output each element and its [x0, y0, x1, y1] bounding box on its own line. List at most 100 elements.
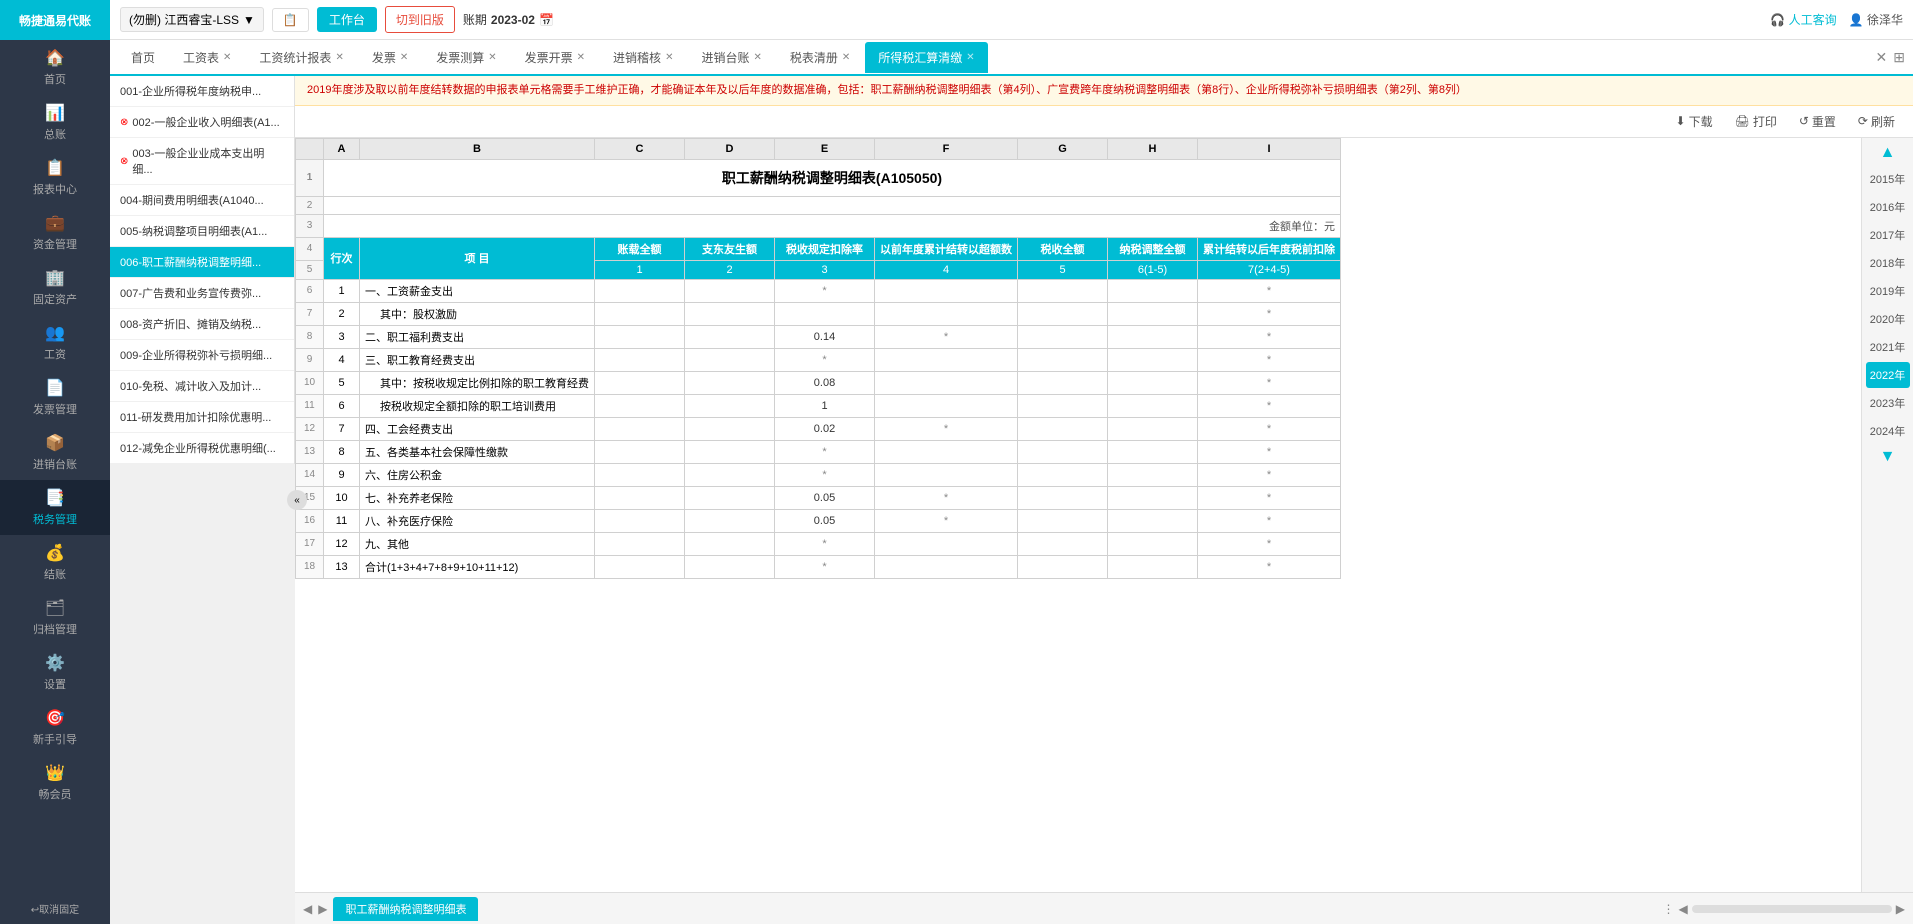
tab-close-check[interactable]: ✕: [665, 52, 673, 63]
year-2021[interactable]: 2021年: [1866, 334, 1910, 360]
bottom-bar: ◀ ▶ 职工薪酬纳税调整明细表 ⋮ ◀ ▶: [295, 892, 1913, 924]
scrollbar[interactable]: [1692, 905, 1892, 913]
tab-close-salary-report[interactable]: ✕: [335, 52, 343, 63]
tab-ledger[interactable]: 进销台账 ✕: [688, 42, 774, 73]
year-2022[interactable]: 2022年: [1866, 362, 1910, 388]
tab-close-invoice[interactable]: ✕: [400, 52, 408, 63]
year-nav-down[interactable]: ▼: [1878, 446, 1898, 468]
tab-salary[interactable]: 工资表 ✕: [170, 42, 244, 73]
headset-icon: 🎧: [1770, 13, 1785, 27]
tab-close-invoice-calc[interactable]: ✕: [488, 52, 496, 63]
sheet-nav-left[interactable]: ◀: [303, 902, 312, 916]
left-item-008[interactable]: 008-资产折旧、摊销及纳税...: [110, 309, 294, 340]
tab-invoice[interactable]: 发票 ✕: [359, 42, 421, 73]
company-selector[interactable]: (勿删) 江西睿宝-LSS ▼: [120, 7, 264, 32]
table-row-title: 1 职工薪酬纳税调整明细表(A105050): [296, 159, 1341, 196]
table-area: 2019年度涉及取以前年度结转数据的申报表单元格需要手工维护正确，才能确证本年及…: [295, 76, 1913, 924]
header-col6: 纳税调整全额: [1108, 237, 1198, 260]
left-item-003[interactable]: ⊗ 003-一般企业业成本支出明细...: [110, 138, 294, 185]
tab-close-salary[interactable]: ✕: [223, 52, 231, 63]
sidebar-label-funds: 资金管理: [33, 236, 77, 252]
sidebar-item-tax[interactable]: 📑 税务管理: [0, 480, 110, 535]
tab-expand[interactable]: ⊞: [1893, 49, 1905, 66]
spreadsheet-container[interactable]: A B C D E F G H I: [295, 138, 1861, 893]
left-item-006[interactable]: 006-职工薪酬纳税调整明细...: [110, 247, 294, 278]
sheet-tab[interactable]: 职工薪酬纳税调整明细表: [333, 897, 478, 921]
sidebar-item-guide[interactable]: 🎯 新手引导: [0, 700, 110, 755]
year-2018[interactable]: 2018年: [1866, 250, 1910, 276]
left-item-011[interactable]: 011-研发费用加计扣除优惠明...: [110, 402, 294, 433]
service-link[interactable]: 🎧 人工客询: [1770, 11, 1836, 28]
left-item-004[interactable]: 004-期间费用明细表(A1040...: [110, 185, 294, 216]
col-G: G: [1018, 138, 1108, 159]
tab-close-ledger[interactable]: ✕: [753, 52, 761, 63]
sidebar-item-cancel[interactable]: ↩取消固定: [0, 893, 110, 924]
sidebar-item-funds[interactable]: 💼 资金管理: [0, 205, 110, 260]
year-panel: ▲ 2015年 2016年 2017年 2018年 2019年 2020年 20…: [1861, 138, 1913, 893]
tab-invoice-calc[interactable]: 发票测算 ✕: [423, 42, 509, 73]
tab-close-all[interactable]: ✕: [1876, 49, 1888, 66]
table-row: 17 12 九、其他 * *: [296, 532, 1341, 555]
left-item-001[interactable]: 001-企业所得税年度纳税申...: [110, 76, 294, 107]
tab-salary-report[interactable]: 工资统计报表 ✕: [246, 42, 356, 73]
left-item-002[interactable]: ⊗ 002-一般企业收入明细表(A1...: [110, 107, 294, 138]
year-2015[interactable]: 2015年: [1866, 166, 1910, 192]
left-item-007[interactable]: 007-广告费和业务宣传费弥...: [110, 278, 294, 309]
sidebar-item-settings[interactable]: ⚙️ 设置: [0, 645, 110, 700]
header-col2: 支东友生额: [685, 237, 775, 260]
year-nav-up[interactable]: ▲: [1878, 142, 1898, 164]
tab-close-tax-list[interactable]: ✕: [842, 52, 850, 63]
left-item-012[interactable]: 012-减免企业所得税优惠明细(...: [110, 433, 294, 464]
user-avatar[interactable]: 👤 徐泽华: [1849, 11, 1903, 28]
tab-home[interactable]: 首页: [118, 42, 168, 73]
tab-income-tax[interactable]: 所得税汇算清缴 ✕: [865, 42, 987, 73]
year-2017[interactable]: 2017年: [1866, 222, 1910, 248]
panel-collapse-btn[interactable]: «: [287, 490, 307, 510]
work-table-button[interactable]: 工作台: [317, 7, 377, 32]
sidebar-item-salary[interactable]: 👥 工资: [0, 315, 110, 370]
sheet-nav-right[interactable]: ▶: [318, 902, 327, 916]
settle-icon: 💰: [45, 543, 65, 563]
year-2019[interactable]: 2019年: [1866, 278, 1910, 304]
tab-check[interactable]: 进销稽核 ✕: [600, 42, 686, 73]
sidebar-item-archive[interactable]: 🗂 归档管理: [0, 590, 110, 645]
switch-old-button[interactable]: 切到旧版: [385, 6, 455, 33]
sidebar-item-ledger[interactable]: 📊 总账: [0, 95, 110, 150]
year-2023[interactable]: 2023年: [1866, 390, 1910, 416]
sidebar-item-assets[interactable]: 🏢 固定资产: [0, 260, 110, 315]
sidebar-item-vip[interactable]: 👑 畅会员: [0, 755, 110, 810]
year-2020[interactable]: 2020年: [1866, 306, 1910, 332]
left-item-010[interactable]: 010-免税、减计收入及加计...: [110, 371, 294, 402]
print-btn[interactable]: 🖨 打印: [1729, 110, 1783, 133]
subheader-5: 5: [1018, 260, 1108, 279]
sidebar-label-vip: 畅会员: [39, 786, 72, 802]
tab-close-income-tax[interactable]: ✕: [966, 52, 974, 63]
refresh-btn[interactable]: ⟳ 刷新: [1852, 110, 1901, 133]
col-H: H: [1108, 138, 1198, 159]
table-row: 13 8 五、各类基本社会保障性缴款 * *: [296, 440, 1341, 463]
tab-close-invoice-open[interactable]: ✕: [577, 52, 585, 63]
year-2024[interactable]: 2024年: [1866, 418, 1910, 444]
vip-icon: 👑: [45, 763, 65, 783]
sidebar-label-reports: 报表中心: [33, 181, 77, 197]
more-icon[interactable]: ⋮: [1663, 902, 1675, 916]
download-btn[interactable]: ⬇ 下载: [1670, 110, 1719, 133]
refresh-icon: ⟳: [1858, 114, 1868, 128]
sidebar-item-purchase[interactable]: 📦 进销台账: [0, 425, 110, 480]
scroll-right[interactable]: ▶: [1896, 902, 1905, 916]
tab-bar-actions: ✕ ⊞: [1876, 49, 1905, 66]
tab-invoice-open[interactable]: 发票开票 ✕: [512, 42, 598, 73]
sidebar-item-reports[interactable]: 📋 报表中心: [0, 150, 110, 205]
scroll-left[interactable]: ◀: [1679, 902, 1688, 916]
left-item-009[interactable]: 009-企业所得税弥补亏损明细...: [110, 340, 294, 371]
copy-button[interactable]: 📋: [272, 8, 309, 32]
year-2016[interactable]: 2016年: [1866, 194, 1910, 220]
header-col4: 以前年度累计结转以超额数: [875, 237, 1018, 260]
tab-tax-list[interactable]: 税表清册 ✕: [777, 42, 863, 73]
sidebar-item-settle[interactable]: 💰 结账: [0, 535, 110, 590]
calendar-icon[interactable]: 📅: [539, 13, 554, 27]
left-item-005[interactable]: 005-纳税调整项目明细表(A1...: [110, 216, 294, 247]
sidebar-item-invoice[interactable]: 📄 发票管理: [0, 370, 110, 425]
sidebar-item-home[interactable]: 🏠 首页: [0, 40, 110, 95]
reset-btn[interactable]: ↺ 重置: [1793, 110, 1842, 133]
